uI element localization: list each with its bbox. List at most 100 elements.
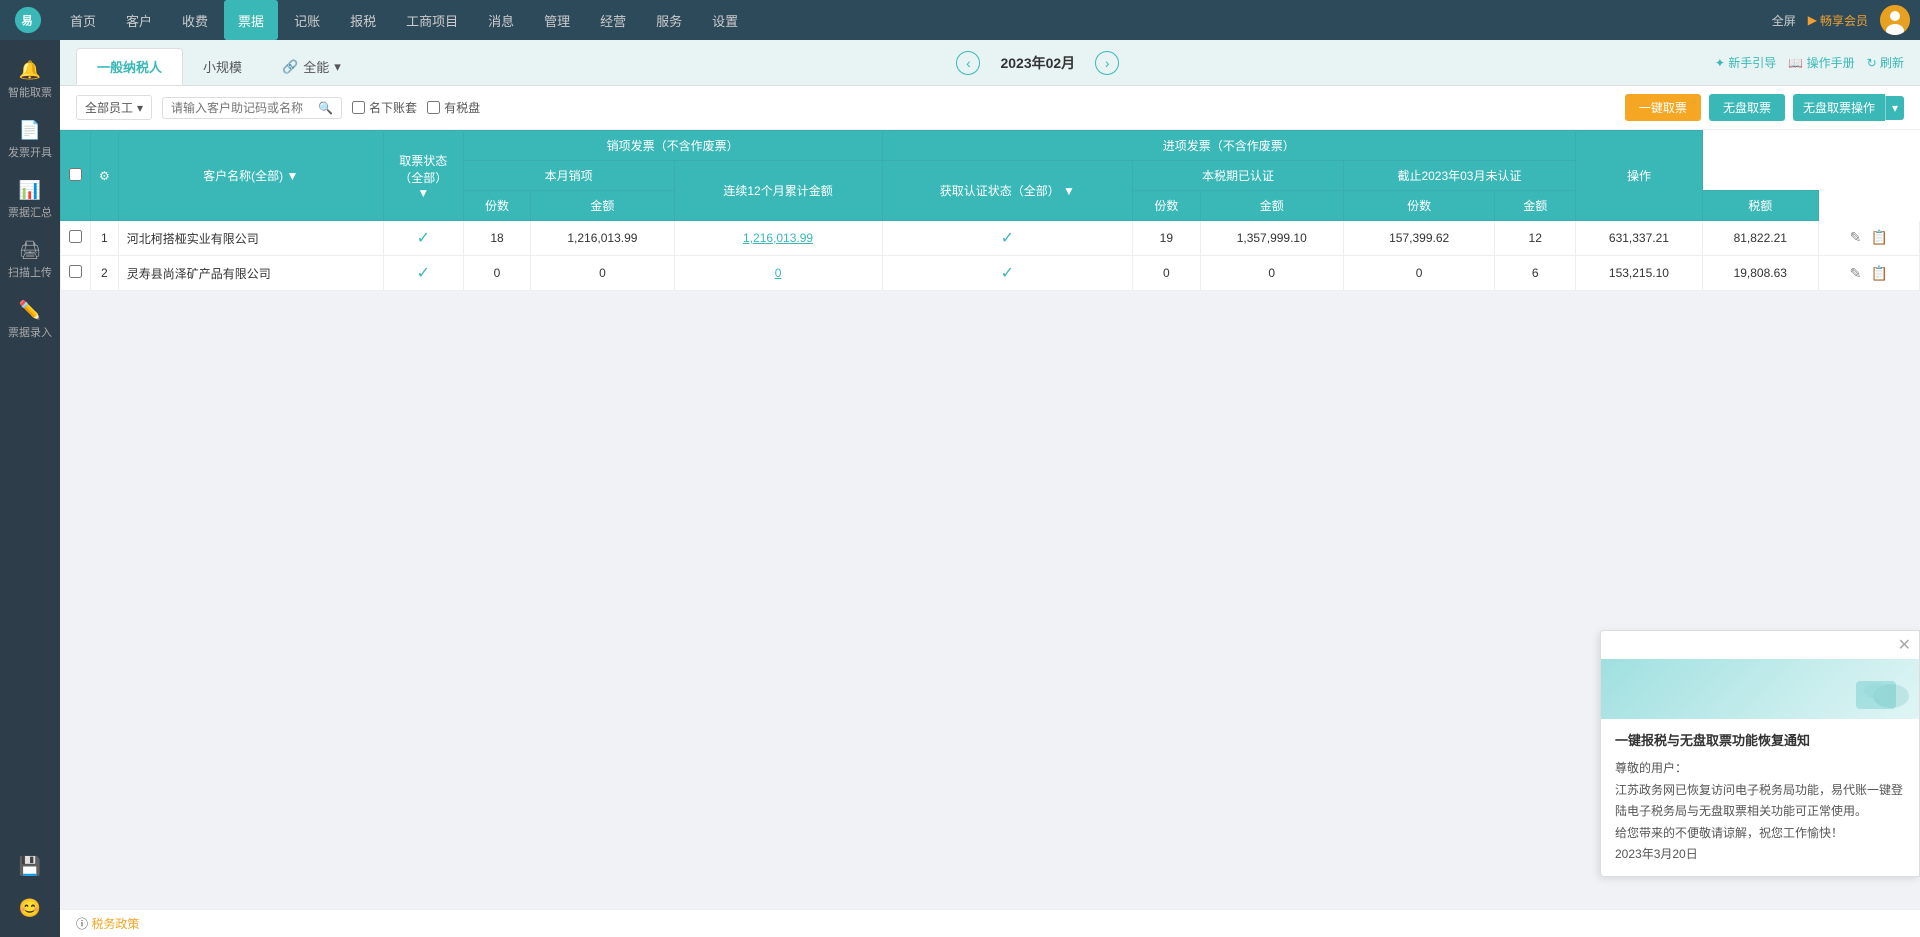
sidebar-download-btn[interactable]: 💾 [19, 848, 41, 885]
date-navigation: ‹ 2023年02月 › [361, 51, 1715, 83]
row2-name: 灵寿县尚泽矿产品有限公司 [118, 256, 383, 291]
row1-auth-status: ✓ [882, 221, 1133, 256]
sidebar-item-invoice[interactable]: 📄 发票开具 [0, 110, 60, 170]
row2-cumulative[interactable]: 0 [674, 256, 882, 291]
row1-select[interactable] [69, 230, 82, 243]
wupan-ticket-btn[interactable]: 无盘取票 [1709, 94, 1785, 121]
row2-month-count: 0 [463, 256, 531, 291]
row2-cancel-status: ✓ [383, 256, 463, 291]
cancel-filter-icon[interactable]: ▼ [417, 186, 429, 200]
nav-service[interactable]: 服务 [642, 0, 696, 40]
tab-all[interactable]: 🔗 全能 ▾ [262, 49, 361, 84]
tax-policy-link[interactable]: 税务政策 [91, 915, 139, 932]
th-until-count: 份数 [1343, 191, 1494, 221]
th-sales-amount: 金额 [531, 191, 674, 221]
member-badge[interactable]: ▶ 畅享会员 [1808, 12, 1868, 29]
sidebar: 🔔 智能取票 📄 发票开具 📊 票据汇总 🖨 扫描上传 ✏️ 票据录入 💾 😊 [0, 40, 60, 937]
sidebar-item-summary[interactable]: 📊 票据汇总 [0, 170, 60, 230]
fullscreen-btn[interactable]: 全屏 [1772, 12, 1796, 29]
select-all-checkbox[interactable] [69, 168, 82, 181]
check-icon: ✓ [1001, 265, 1014, 282]
nav-right-area: 全屏 ▶ 畅享会员 [1772, 5, 1910, 35]
th-settings: ⚙ [91, 131, 119, 221]
table-row: 2 灵寿县尚泽矿产品有限公司 ✓ 0 0 0 ✓ 0 0 0 6 153,215… [61, 256, 1920, 291]
nav-tax[interactable]: 报税 [336, 0, 390, 40]
tab-right-actions: ✦ 新手引导 📖 操作手册 ↻ 刷新 [1715, 54, 1904, 79]
link-icon: 🔗 [282, 59, 298, 75]
row2-period-count: 0 [1133, 256, 1201, 291]
row2-period-amount: 0 [1200, 256, 1343, 291]
th-until-date: 截止2023年03月未认证 [1343, 161, 1575, 191]
nav-messages[interactable]: 消息 [474, 0, 528, 40]
search-icon[interactable]: 🔍 [318, 101, 333, 115]
row2-select[interactable] [69, 265, 82, 278]
own-account-checkbox[interactable] [352, 101, 365, 114]
tax-disk-checkbox[interactable] [427, 101, 440, 114]
sidebar-support-btn[interactable]: 😊 [19, 890, 41, 927]
summary-icon: 📊 [19, 180, 41, 201]
invoice-icon: 📄 [19, 120, 41, 141]
row2-actions: ✎ 📋 [1818, 256, 1919, 291]
chevron-down-icon: ▾ [334, 59, 341, 75]
nav-fees[interactable]: 收费 [168, 0, 222, 40]
sidebar-item-scan[interactable]: 🖨 扫描上传 [0, 230, 60, 290]
scan-icon: 🖨 [19, 240, 42, 261]
detail-icon[interactable]: 📋 [1871, 265, 1888, 281]
nav-settings[interactable]: 设置 [698, 0, 752, 40]
row1-cumulative[interactable]: 1,216,013.99 [674, 221, 882, 256]
row1-period-amount: 1,357,999.10 [1200, 221, 1343, 256]
auth-filter-icon[interactable]: ▼ [1063, 184, 1075, 198]
nav-business[interactable]: 工商项目 [392, 0, 472, 40]
settings-icon[interactable]: ⚙ [99, 169, 110, 183]
notice-popup-header: ✕ [1601, 631, 1919, 659]
refresh-btn[interactable]: ↻ 刷新 [1867, 54, 1904, 71]
manual-btn[interactable]: 📖 操作手册 [1788, 54, 1854, 71]
row2-checkbox [61, 256, 91, 291]
row2-period-tax: 0 [1343, 256, 1494, 291]
th-12month: 连续12个月累计金额 [674, 161, 882, 221]
wupan-ops-main[interactable]: 无盘取票操作 [1793, 94, 1885, 121]
top-navigation: 易 首页 客户 收费 票据 记账 报税 工商项目 消息 管理 经营 服务 设置 … [0, 0, 1920, 40]
detail-icon[interactable]: 📋 [1871, 229, 1888, 245]
row1-until-amount: 631,337.21 [1576, 221, 1703, 256]
search-input[interactable] [171, 101, 318, 115]
notice-decoration [1601, 659, 1919, 719]
nav-accounting[interactable]: 记账 [280, 0, 334, 40]
row1-no: 1 [91, 221, 119, 256]
nav-operations[interactable]: 经营 [586, 0, 640, 40]
tax-disk-filter[interactable]: 有税盘 [427, 99, 480, 116]
notice-body: 一键报税与无盘取票功能恢复通知 尊敬的用户： 江苏政务网已恢复访问电子税务局功能… [1601, 719, 1919, 876]
nav-bills[interactable]: 票据 [224, 0, 278, 40]
row1-cancel-status: ✓ [383, 221, 463, 256]
tab-general-taxpayer[interactable]: 一般纳税人 [76, 48, 183, 85]
dropdown-icon: ▾ [137, 101, 143, 115]
th-auth-status: 获取认证状态（全部） ▼ [882, 161, 1133, 221]
nav-home[interactable]: 首页 [56, 0, 110, 40]
th-checkbox [61, 131, 91, 221]
edit-icon[interactable]: ✎ [1850, 229, 1862, 245]
row1-until-tax: 81,822.21 [1702, 221, 1818, 256]
th-current-period: 本税期已认证 [1133, 161, 1344, 191]
nav-management[interactable]: 管理 [530, 0, 584, 40]
user-avatar[interactable] [1880, 5, 1910, 35]
tab-small-scale[interactable]: 小规模 [183, 49, 262, 84]
check-icon: ✓ [1001, 230, 1014, 247]
new-guide-btn[interactable]: ✦ 新手引导 [1715, 54, 1776, 71]
prev-month-btn[interactable]: ‹ [956, 51, 980, 75]
sidebar-item-entry[interactable]: ✏️ 票据录入 [0, 290, 60, 350]
customer-search[interactable]: 🔍 [162, 97, 342, 119]
status-bar: ⓘ 税务政策 [60, 909, 1920, 937]
own-account-filter[interactable]: 名下账套 [352, 99, 417, 116]
notice-title: 一键报税与无盘取票功能恢复通知 [1615, 729, 1905, 752]
yijian-ticket-btn[interactable]: 一键取票 [1625, 94, 1701, 121]
next-month-btn[interactable]: › [1095, 51, 1119, 75]
nav-customer[interactable]: 客户 [112, 0, 166, 40]
employee-filter[interactable]: 全部员工 ▾ [76, 95, 152, 120]
th-until-tax: 税额 [1702, 191, 1818, 221]
notice-close-btn[interactable]: ✕ [1898, 635, 1911, 655]
filter-icon[interactable]: ▼ [286, 169, 298, 183]
edit-icon[interactable]: ✎ [1850, 265, 1862, 281]
sidebar-item-smart-ticket[interactable]: 🔔 智能取票 [0, 50, 60, 110]
wupan-ops-dropdown[interactable]: ▾ [1885, 96, 1904, 120]
th-until-amount: 金额 [1495, 191, 1576, 221]
